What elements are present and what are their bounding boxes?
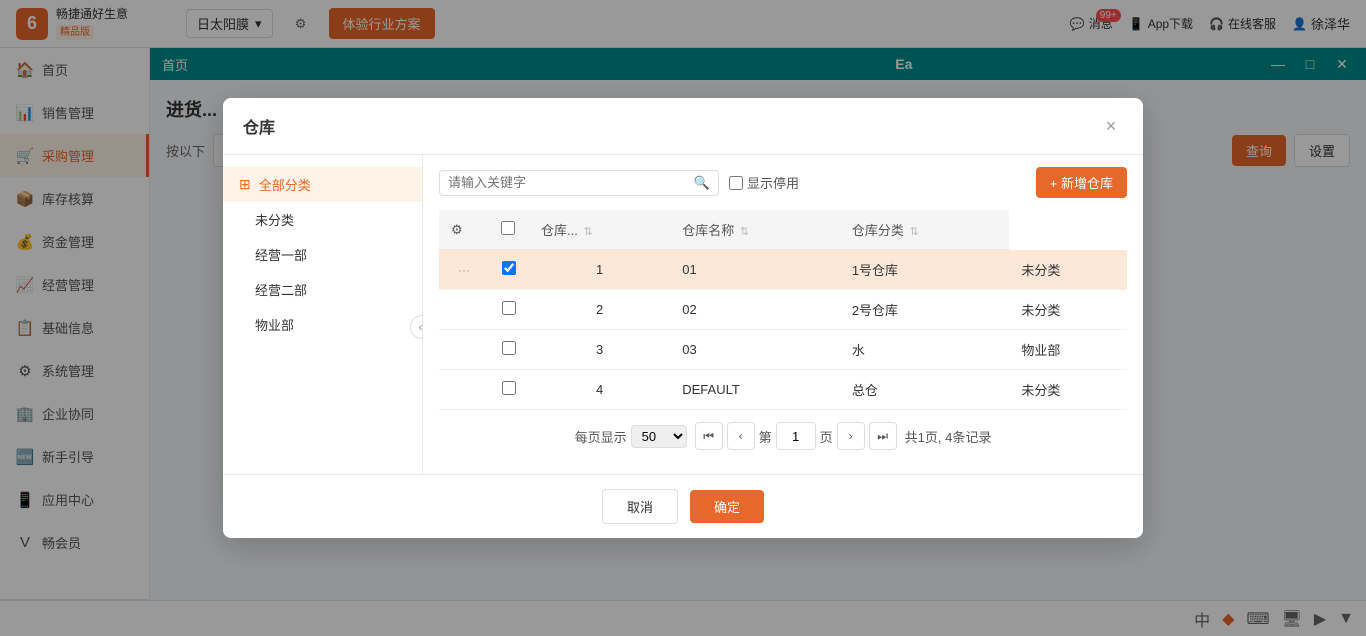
row-checkbox[interactable] bbox=[502, 341, 516, 355]
row-checkbox-cell bbox=[489, 290, 529, 330]
row-code: DEFAULT bbox=[670, 370, 840, 410]
confirm-button[interactable]: 确定 bbox=[690, 490, 764, 523]
page-info: 共1页, 4条记录 bbox=[905, 427, 992, 446]
row-name: 1号仓库 bbox=[840, 250, 1010, 290]
table-row[interactable]: 3 03 水 物业部 bbox=[439, 330, 1127, 370]
col-category-header: 仓库分类 ⇅ bbox=[840, 210, 1010, 250]
page-size-select: 每页显示 50 100 200 bbox=[575, 425, 687, 448]
row-category: 未分类 bbox=[1009, 290, 1127, 330]
modal-overlay: 仓库 × ⊞ 全部分类 未分类 经营一部 经营二部 bbox=[0, 0, 1366, 636]
page-size-dropdown[interactable]: 50 100 200 bbox=[631, 425, 687, 448]
tree-item-ops1[interactable]: 经营一部 bbox=[223, 237, 422, 272]
row-name: 水 bbox=[840, 330, 1010, 370]
row-name: 2号仓库 bbox=[840, 290, 1010, 330]
pagination: 每页显示 50 100 200 ⏮ ‹ 第 页 › bbox=[439, 410, 1127, 462]
modal-header: 仓库 × bbox=[223, 98, 1143, 155]
col-code-header: 仓库... ⇅ bbox=[529, 210, 670, 250]
tree-item-unclassified[interactable]: 未分类 bbox=[223, 202, 422, 237]
page-nav: ⏮ ‹ 第 页 › ⏭ bbox=[695, 422, 897, 450]
table-toolbar: 🔍 显示停用 + 新增仓库 bbox=[439, 167, 1127, 198]
row-checkbox[interactable] bbox=[502, 261, 516, 275]
row-checkbox-cell bbox=[489, 330, 529, 370]
tree-panel: ⊞ 全部分类 未分类 经营一部 经营二部 物业部 « bbox=[223, 155, 423, 474]
col-gear: ⚙ bbox=[439, 210, 489, 250]
row-index: 4 bbox=[529, 370, 670, 410]
row-index: 2 bbox=[529, 290, 670, 330]
modal-body: ⊞ 全部分类 未分类 经营一部 经营二部 物业部 « bbox=[223, 155, 1143, 474]
sort-icon-cat: ⇅ bbox=[909, 226, 918, 238]
last-page-button[interactable]: ⏭ bbox=[869, 422, 897, 450]
cancel-button[interactable]: 取消 bbox=[602, 489, 678, 524]
show-disabled-label[interactable]: 显示停用 bbox=[729, 173, 799, 192]
warehouse-modal: 仓库 × ⊞ 全部分类 未分类 经营一部 经营二部 bbox=[223, 98, 1143, 538]
show-disabled-checkbox[interactable] bbox=[729, 176, 743, 190]
table-row[interactable]: 4 DEFAULT 总仓 未分类 bbox=[439, 370, 1127, 410]
row-index: 3 bbox=[529, 330, 670, 370]
grid-icon: ⊞ bbox=[239, 176, 251, 193]
tree-item-property[interactable]: 物业部 bbox=[223, 307, 422, 342]
sort-icon-name: ⇅ bbox=[740, 226, 749, 238]
table-row[interactable]: 2 02 2号仓库 未分类 bbox=[439, 290, 1127, 330]
select-all-checkbox[interactable] bbox=[501, 221, 515, 235]
search-box: 🔍 bbox=[439, 170, 719, 196]
tree-item-ops2[interactable]: 经营二部 bbox=[223, 272, 422, 307]
row-name: 总仓 bbox=[840, 370, 1010, 410]
first-page-button[interactable]: ⏮ bbox=[695, 422, 723, 450]
table-header-row: ⚙ 仓库... ⇅ 仓库名称 ⇅ bbox=[439, 210, 1127, 250]
new-warehouse-button[interactable]: + 新增仓库 bbox=[1036, 167, 1127, 198]
warehouse-table: ⚙ 仓库... ⇅ 仓库名称 ⇅ bbox=[439, 210, 1127, 410]
col-check bbox=[489, 210, 529, 250]
row-code: 01 bbox=[670, 250, 840, 290]
page-number-input[interactable] bbox=[776, 422, 816, 450]
row-category: 物业部 bbox=[1009, 330, 1127, 370]
row-actions[interactable] bbox=[439, 290, 489, 330]
tree-root[interactable]: ⊞ 全部分类 bbox=[223, 167, 422, 202]
row-actions[interactable] bbox=[439, 330, 489, 370]
row-checkbox-cell bbox=[489, 370, 529, 410]
row-code: 03 bbox=[670, 330, 840, 370]
row-actions[interactable] bbox=[439, 370, 489, 410]
row-category: 未分类 bbox=[1009, 250, 1127, 290]
modal-footer: 取消 确定 bbox=[223, 474, 1143, 538]
prev-page-button[interactable]: ‹ bbox=[727, 422, 755, 450]
table-row[interactable]: ··· 1 01 1号仓库 未分类 bbox=[439, 250, 1127, 290]
col-name-header: 仓库名称 ⇅ bbox=[670, 210, 840, 250]
next-page-button[interactable]: › bbox=[837, 422, 865, 450]
row-checkbox[interactable] bbox=[502, 301, 516, 315]
search-input[interactable] bbox=[448, 175, 688, 190]
row-index: 1 bbox=[529, 250, 670, 290]
modal-title: 仓库 bbox=[243, 114, 275, 138]
row-code: 02 bbox=[670, 290, 840, 330]
table-panel: 🔍 显示停用 + 新增仓库 ⚙ bbox=[423, 155, 1143, 474]
modal-close-button[interactable]: × bbox=[1099, 114, 1123, 138]
row-checkbox[interactable] bbox=[502, 381, 516, 395]
sort-icon: ⇅ bbox=[583, 226, 592, 238]
row-category: 未分类 bbox=[1009, 370, 1127, 410]
row-checkbox-cell bbox=[489, 250, 529, 290]
row-actions[interactable]: ··· bbox=[439, 250, 489, 290]
search-icon[interactable]: 🔍 bbox=[694, 175, 710, 191]
